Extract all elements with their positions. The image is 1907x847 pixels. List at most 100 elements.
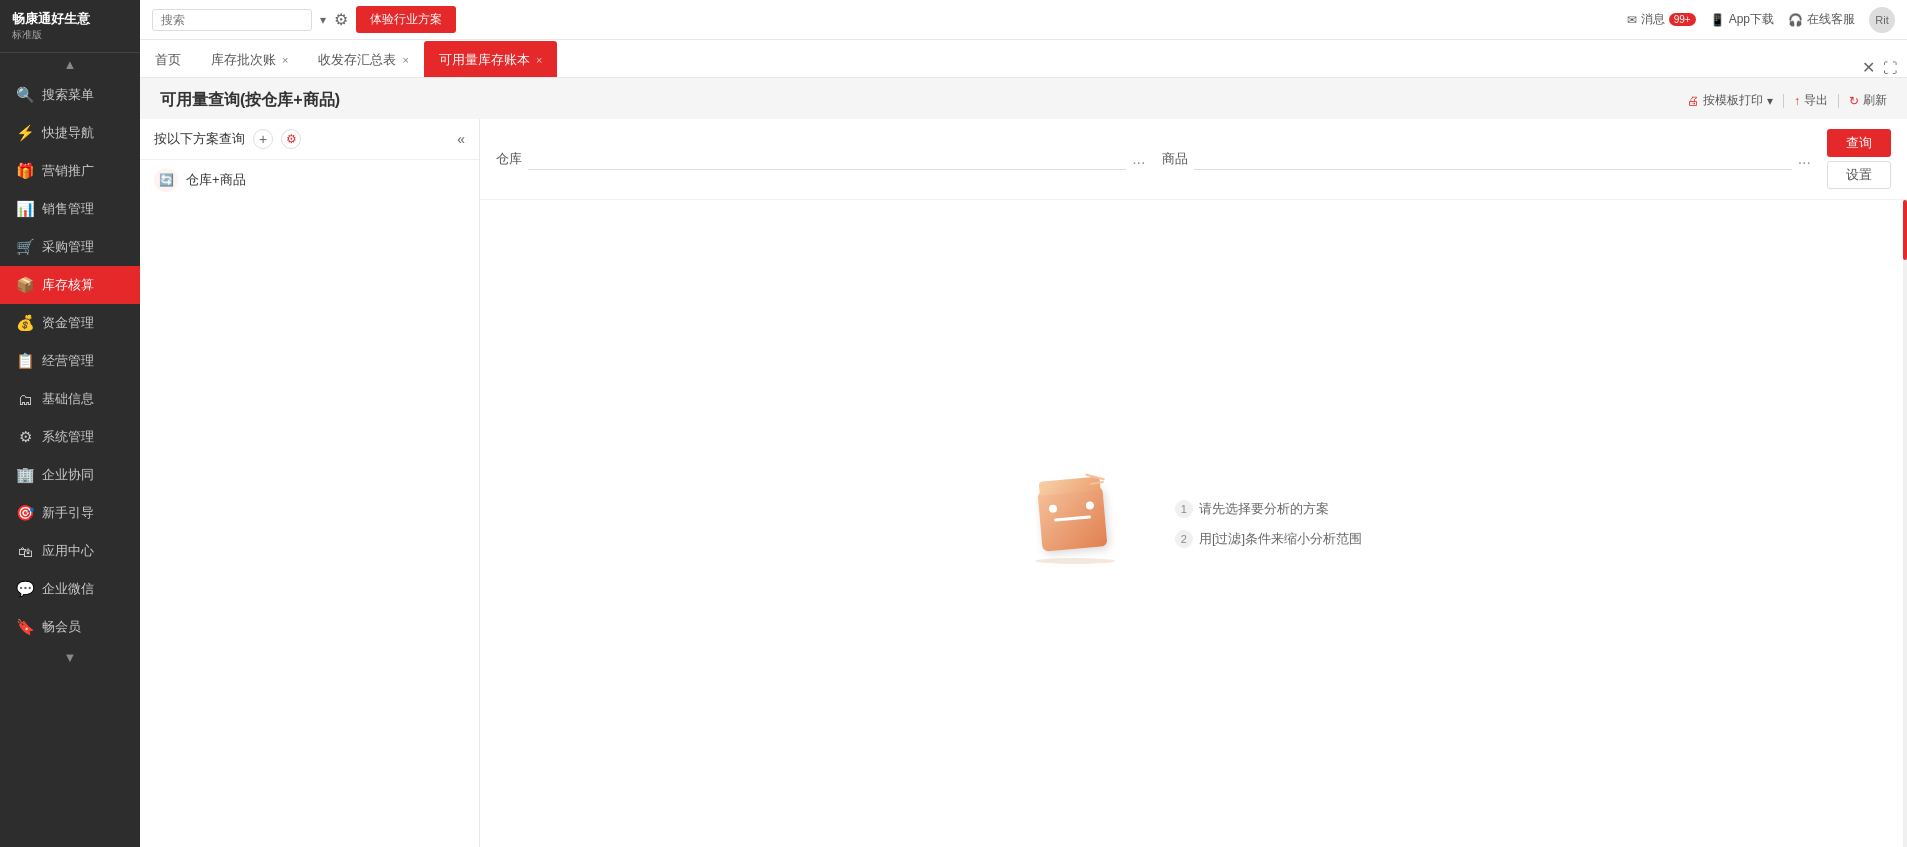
sales-icon: 📊: [16, 200, 34, 218]
sidebar-item-basic[interactable]: 🗂 基础信息: [0, 380, 140, 418]
app-version: 标准版: [12, 28, 128, 42]
tabs-bar: 首页 库存批次账 × 收发存汇总表 × 可用量库存账本 × ✕ ⛶: [140, 40, 1907, 78]
tab-batch[interactable]: 库存批次账 ×: [196, 41, 303, 77]
empty-state: 1 请先选择要分析的方案 2 用[过滤]条件来缩小分析范围: [480, 200, 1907, 847]
message-button[interactable]: ✉ 消息 99+: [1627, 11, 1696, 28]
sidebar: 畅康通好生意 标准版 ▲ 🔍 搜索菜单 ⚡ 快捷导航 🎁 营销推广 📊 销售管理…: [0, 0, 140, 847]
sidebar-item-sales[interactable]: 📊 销售管理: [0, 190, 140, 228]
empty-text: 1 请先选择要分析的方案 2 用[过滤]条件来缩小分析范围: [1175, 500, 1362, 548]
sidebar-item-wechat[interactable]: 💬 企业微信: [0, 570, 140, 608]
sidebar-item-marketing[interactable]: 🎁 营销推广: [0, 152, 140, 190]
sidebar-item-inventory[interactable]: 📦 库存核算: [0, 266, 140, 304]
search-icon: 🔍: [16, 86, 34, 104]
refresh-button[interactable]: ↻ 刷新: [1849, 92, 1887, 109]
print-arrow-icon[interactable]: ▾: [1767, 94, 1773, 108]
print-button[interactable]: 🖨 按模板打印 ▾: [1687, 92, 1773, 109]
sidebar-item-label: 库存核算: [42, 276, 94, 294]
tab-summary-close[interactable]: ×: [402, 54, 408, 66]
sidebar-item-search[interactable]: 🔍 搜索菜单: [0, 76, 140, 114]
sidebar-item-label: 资金管理: [42, 314, 94, 332]
right-panel: 仓库 ... 商品 ... 查询 设置: [480, 119, 1907, 847]
search-input[interactable]: [152, 9, 312, 31]
sidebar-item-member[interactable]: 🔖 畅会员: [0, 608, 140, 646]
filter-settings-button[interactable]: ⚙: [281, 129, 301, 149]
page-header: 可用量查询(按仓库+商品) 🖨 按模板打印 ▾ ↑ 导出 ↻ 刷新: [140, 78, 1907, 119]
dropdown-arrow-icon[interactable]: ▾: [320, 13, 326, 27]
sidebar-item-label: 企业协同: [42, 466, 94, 484]
print-icon: 🖨: [1687, 94, 1699, 108]
sidebar-item-system[interactable]: ⚙ 系统管理: [0, 418, 140, 456]
tab-summary[interactable]: 收发存汇总表 ×: [303, 41, 423, 77]
export-icon: ↑: [1794, 94, 1800, 108]
user-avatar[interactable]: Rit: [1869, 7, 1895, 33]
settings-button[interactable]: 设置: [1827, 161, 1891, 189]
warehouse-label: 仓库: [496, 150, 522, 168]
export-button[interactable]: ↑ 导出: [1794, 92, 1828, 109]
tab-close-all-button[interactable]: ✕: [1862, 58, 1875, 77]
sidebar-item-label: 快捷导航: [42, 124, 94, 142]
tab-batch-close[interactable]: ×: [282, 54, 288, 66]
filter-header-label: 按以下方案查询: [154, 130, 245, 148]
wechat-icon: 💬: [16, 580, 34, 598]
sidebar-item-operations[interactable]: 📋 经营管理: [0, 342, 140, 380]
warehouse-input[interactable]: [528, 148, 1126, 170]
sidebar-item-apps[interactable]: 🛍 应用中心: [0, 532, 140, 570]
refresh-icon: ↻: [1849, 94, 1859, 108]
sidebar-item-guide[interactable]: 🎯 新手引导: [0, 494, 140, 532]
empty-illustration: [1025, 474, 1145, 574]
print-label: 按模板打印: [1703, 92, 1763, 109]
sidebar-item-purchase[interactable]: 🛒 采购管理: [0, 228, 140, 266]
goods-field: 商品 ...: [1162, 148, 1812, 170]
sidebar-item-shortcut[interactable]: ⚡ 快捷导航: [0, 114, 140, 152]
sidebar-item-label: 营销推广: [42, 162, 94, 180]
empty-hint-2: 2 用[过滤]条件来缩小分析范围: [1175, 530, 1362, 548]
hint-num-2: 2: [1175, 530, 1193, 548]
sidebar-item-label: 应用中心: [42, 542, 94, 560]
filter-header-left: 按以下方案查询 + ⚙: [154, 129, 301, 149]
tab-home-label: 首页: [155, 51, 181, 69]
page-title: 可用量查询(按仓库+商品): [160, 90, 340, 111]
topbar: ▾ ⚙ 体验行业方案 ✉ 消息 99+ 📱 App下载 🎧 在线客服 Rit: [140, 0, 1907, 40]
sidebar-scroll-down[interactable]: ▼: [0, 646, 140, 669]
sidebar-item-finance[interactable]: 💰 资金管理: [0, 304, 140, 342]
operations-icon: 📋: [16, 352, 34, 370]
goods-input[interactable]: [1194, 148, 1792, 170]
avatar-text: Rit: [1875, 14, 1888, 26]
tabs-bar-actions: ✕ ⛶: [1862, 58, 1907, 77]
shortcut-icon: ⚡: [16, 124, 34, 142]
gear-icon[interactable]: ⚙: [334, 10, 348, 29]
goods-dots-button[interactable]: ...: [1798, 150, 1811, 168]
sidebar-scroll-up[interactable]: ▲: [0, 53, 140, 76]
tab-summary-label: 收发存汇总表: [318, 51, 396, 69]
industry-solution-button[interactable]: 体验行业方案: [356, 6, 456, 33]
filter-item-warehouse-goods[interactable]: 🔄 仓库+商品: [140, 160, 479, 200]
tab-batch-label: 库存批次账: [211, 51, 276, 69]
refresh-label: 刷新: [1863, 92, 1887, 109]
main-area: ▾ ⚙ 体验行业方案 ✉ 消息 99+ 📱 App下载 🎧 在线客服 Rit: [140, 0, 1907, 847]
guide-icon: 🎯: [16, 504, 34, 522]
marketing-icon: 🎁: [16, 162, 34, 180]
tab-available-close[interactable]: ×: [536, 54, 542, 66]
enterprise-icon: 🏢: [16, 466, 34, 484]
empty-hint-1: 1 请先选择要分析的方案: [1175, 500, 1362, 518]
filter-collapse-button[interactable]: «: [457, 131, 465, 147]
inventory-icon: 📦: [16, 276, 34, 294]
sidebar-item-enterprise[interactable]: 🏢 企业协同: [0, 456, 140, 494]
warehouse-dots-button[interactable]: ...: [1132, 150, 1145, 168]
toolbar: 🖨 按模板打印 ▾ ↑ 导出 ↻ 刷新: [1687, 92, 1887, 109]
query-button[interactable]: 查询: [1827, 129, 1891, 157]
tab-home[interactable]: 首页: [140, 41, 196, 77]
tab-available[interactable]: 可用量库存账本 ×: [424, 41, 557, 77]
online-support-button[interactable]: 🎧 在线客服: [1788, 11, 1855, 28]
system-icon: ⚙: [16, 428, 34, 446]
filter-add-button[interactable]: +: [253, 129, 273, 149]
filter-item-label: 仓库+商品: [186, 171, 246, 189]
headset-icon: 🎧: [1788, 13, 1803, 27]
tab-expand-button[interactable]: ⛶: [1883, 60, 1897, 76]
message-icon: ✉: [1627, 13, 1637, 27]
app-download-button[interactable]: 📱 App下载: [1710, 11, 1774, 28]
sidebar-item-label: 畅会员: [42, 618, 81, 636]
sidebar-item-label: 新手引导: [42, 504, 94, 522]
sidebar-logo: 畅康通好生意 标准版: [0, 0, 140, 53]
sidebar-item-label: 搜索菜单: [42, 86, 94, 104]
